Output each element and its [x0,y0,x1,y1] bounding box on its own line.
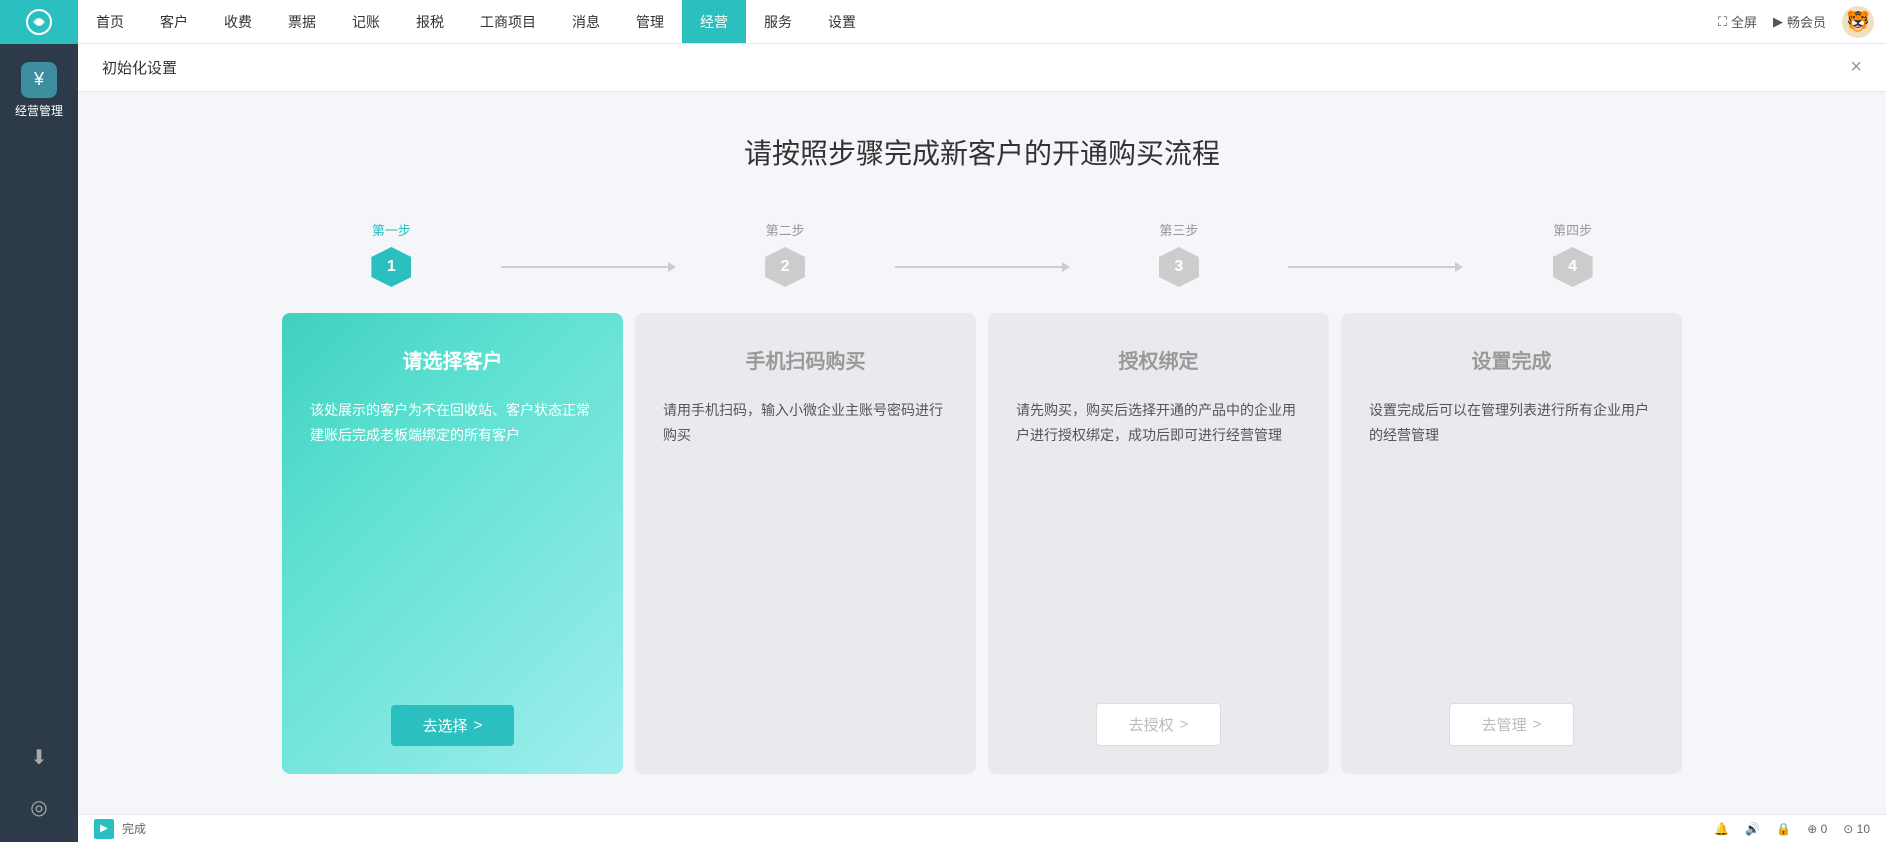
nav-service[interactable]: 服务 [746,0,810,43]
steps-circles: 1 2 3 [282,247,1682,287]
nav-customer[interactable]: 客户 [142,0,206,43]
step4-btn-arrow: > [1533,716,1542,733]
volume-icon: 🔊 [1745,822,1760,836]
page-title: 初始化设置 [102,57,177,78]
main-layout: ¥ 经营管理 ⬇ ◎ 初始化设置 × 请按照步骤完成新客户的开通购买流程 [0,44,1886,842]
close-button[interactable]: × [1850,56,1862,79]
top-nav: 首页 客户 收费 票据 记账 报税 工商项目 消息 管理 经营 服务 设置 ⛶ … [0,0,1886,44]
step2-circle: 2 [765,247,805,287]
operation-icon: ¥ [21,62,57,98]
status-bar-right: 🔔 🔊 🔒 ⊕ 0 ⊙ 10 [1714,822,1870,836]
step1-card: 请选择客户 该处展示的客户为不在回收站、客户状态正常建账后完成老板端绑定的所有客… [282,313,623,774]
fullscreen-icon: ⛶ [1718,14,1727,30]
sidebar-item-label: 经营管理 [15,102,63,119]
download-icon: ⬇ [31,745,48,770]
nav-business[interactable]: 工商项目 [462,0,554,43]
status-text: 完成 [122,820,146,837]
step1-card-title: 请选择客户 [310,345,595,374]
step3-card: 授权绑定 请先购买，购买后选择开通的产品中的企业用户进行授权绑定，成功后即可进行… [988,313,1329,774]
step4-card: 设置完成 设置完成后可以在管理列表进行所有企业用户的经营管理 去管理 > [1341,313,1682,774]
sidebar-support-btn[interactable]: ◎ [0,782,78,832]
nav-settings[interactable]: 设置 [810,0,874,43]
step3-action-button: 去授权 > [1096,703,1222,746]
step2-card-title: 手机扫码购买 [663,345,948,374]
status-bar-left: ▶ 完成 [94,819,146,839]
fullscreen-label: 全屏 [1731,12,1757,31]
nav-message[interactable]: 消息 [554,0,618,43]
connector2 [895,262,1070,272]
nav-items: 首页 客户 收费 票据 记账 报税 工商项目 消息 管理 经营 服务 设置 [78,0,1718,43]
step3-label: 第三步 [1159,220,1198,239]
step3-card-title: 授权绑定 [1016,345,1301,374]
step3-btn-label: 去授权 [1129,714,1174,735]
step1-circle: 1 [371,247,411,287]
step1-action-button[interactable]: 去选择 > [391,705,515,746]
fullscreen-button[interactable]: ⛶ 全屏 [1718,12,1757,31]
step3-card-desc: 请先购买，购买后选择开通的产品中的企业用户进行授权绑定，成功后即可进行经营管理 [1016,398,1301,683]
step4-btn-area: 去管理 > [1369,683,1654,746]
status-bar: ▶ 完成 🔔 🔊 🔒 ⊕ 0 ⊙ 10 [78,814,1886,842]
content-area: 初始化设置 × 请按照步骤完成新客户的开通购买流程 第一步 第二步 第三步 [78,44,1886,842]
step2-btn-area [663,726,948,746]
step4-label: 第四步 [1553,220,1592,239]
step2-card: 手机扫码购买 请用手机扫码，输入小微企业主账号密码进行购买 [635,313,976,774]
step1-circle-wrap: 1 [282,247,501,287]
step1-card-desc: 该处展示的客户为不在回收站、客户状态正常建账后完成老板端绑定的所有客户 [310,398,595,685]
nav-home[interactable]: 首页 [78,0,142,43]
status-count1: ⊕ 0 [1807,822,1827,836]
page-header: 初始化设置 × [78,44,1886,92]
support-icon: ◎ [30,795,47,820]
step4-card-title: 设置完成 [1369,345,1654,374]
step2-card-desc: 请用手机扫码，输入小微企业主账号密码进行购买 [663,398,948,726]
wizard-title: 请按照步骤完成新客户的开通购买流程 [744,132,1220,172]
step1-btn-area: 去选择 > [310,685,595,746]
sidebar-download-btn[interactable]: ⬇ [0,732,78,782]
wizard-area: 请按照步骤完成新客户的开通购买流程 第一步 第二步 第三步 [78,92,1886,814]
vip-label: 畅会员 [1787,12,1826,31]
sidebar-bottom: ⬇ ◎ [0,732,78,842]
status-count2: ⊙ 10 [1843,822,1870,836]
connector3 [1288,262,1463,272]
avatar[interactable]: 🐯 [1842,6,1874,38]
step4-btn-label: 去管理 [1482,714,1527,735]
step4-card-desc: 设置完成后可以在管理列表进行所有企业用户的经营管理 [1369,398,1654,683]
step2-circle-wrap: 2 [676,247,895,287]
nav-fee[interactable]: 收费 [206,0,270,43]
step4-action-button: 去管理 > [1449,703,1575,746]
nav-tax[interactable]: 报税 [398,0,462,43]
sidebar: ¥ 经营管理 ⬇ ◎ [0,44,78,842]
nav-operation[interactable]: 经营 [682,0,746,43]
vip-button[interactable]: ▶ 畅会员 [1773,12,1826,31]
sidebar-item-operation[interactable]: ¥ 经营管理 [0,54,78,126]
notification-icon: 🔔 [1714,822,1729,836]
steps-header: 第一步 第二步 第三步 第四步 [282,220,1682,239]
cards-row: 请选择客户 该处展示的客户为不在回收站、客户状态正常建账后完成老板端绑定的所有客… [282,313,1682,774]
step3-btn-arrow: > [1180,716,1189,733]
step3-btn-area: 去授权 > [1016,683,1301,746]
connector1 [501,262,676,272]
nav-account[interactable]: 记账 [334,0,398,43]
step4-circle: 4 [1553,247,1593,287]
lock-icon: 🔒 [1776,822,1791,836]
step3-circle: 3 [1159,247,1199,287]
nav-manage[interactable]: 管理 [618,0,682,43]
step1-btn-label: 去选择 [423,715,468,736]
step1-btn-arrow: > [474,717,483,734]
step1-label: 第一步 [372,220,411,239]
nav-bill[interactable]: 票据 [270,0,334,43]
step3-circle-wrap: 3 [1070,247,1289,287]
play-button[interactable]: ▶ [94,819,114,839]
step2-label: 第二步 [766,220,805,239]
step4-circle-wrap: 4 [1463,247,1682,287]
nav-right: ⛶ 全屏 ▶ 畅会员 🐯 [1718,6,1886,38]
vip-icon: ▶ [1773,14,1783,30]
logo [0,0,78,44]
